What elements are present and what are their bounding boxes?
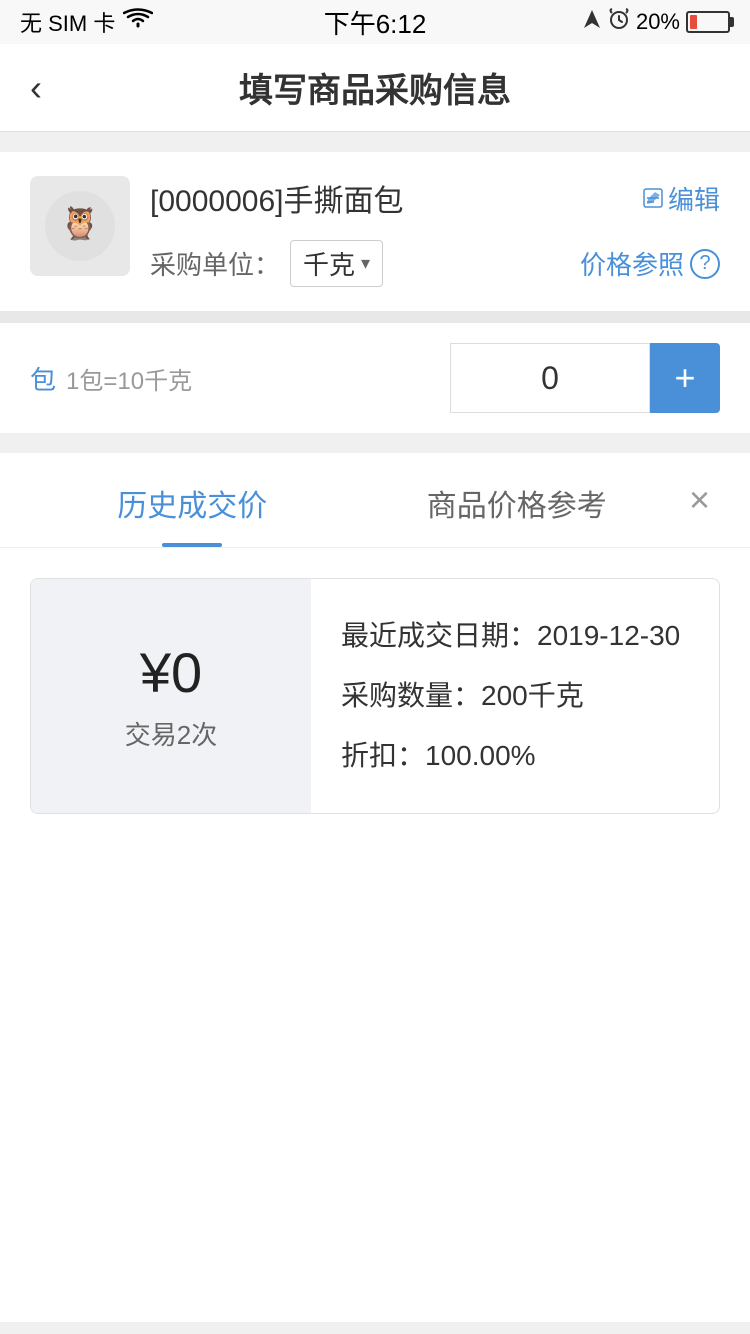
edit-icon (642, 187, 664, 209)
page-title: 填写商品采购信息 (239, 63, 511, 112)
price-ref-label: 价格参照 (580, 245, 684, 282)
plus-icon: + (674, 357, 695, 399)
tab-history-price[interactable]: 历史成交价 (30, 453, 354, 547)
main-content-area (0, 844, 750, 1322)
discount-row: 折扣：100.00% (341, 735, 689, 777)
price-card: ¥0 交易2次 最近成交日期：2019-12-30 采购数量：200千克 折扣：… (30, 578, 720, 814)
quantity-input[interactable] (450, 343, 650, 413)
price-amount: ¥0 (140, 640, 202, 705)
quantity-label-group: 包 1包=10千克 (30, 360, 192, 397)
product-owl-icon: 🦉 (40, 186, 120, 266)
nav-bar: ‹ 填写商品采购信息 (0, 44, 750, 132)
status-left: 无 SIM 卡 (20, 6, 153, 38)
discount-value: 100.00% (425, 740, 536, 771)
tab-close-button[interactable]: × (679, 469, 720, 531)
price-left-panel: ¥0 交易2次 (31, 579, 311, 813)
tab-history-label: 历史成交价 (117, 490, 267, 523)
product-card: 🦉 [0000006]手撕面包 编辑 采购单位： 千克 ▾ (0, 152, 750, 311)
wifi-icon (123, 8, 153, 36)
purchase-quantity-row: 采购数量：200千克 (341, 675, 689, 717)
battery-percentage: 20% (636, 9, 680, 35)
quantity-input-group: + (450, 343, 720, 413)
tab-section: 历史成交价 商品价格参考 × ¥0 交易2次 最近成交日期：2019-12-30… (0, 453, 750, 844)
unit-select[interactable]: 千克 ▾ (290, 240, 383, 287)
tab-product-label: 商品价格参考 (427, 490, 607, 523)
alarm-icon (608, 8, 630, 36)
discount-label: 折扣： (341, 740, 425, 771)
quantity-value: 200千克 (481, 680, 584, 711)
recent-date-label: 最近成交日期： (341, 620, 537, 651)
status-right: 20% (582, 8, 730, 36)
carrier-text: 无 SIM 卡 (20, 6, 115, 38)
tab-product-price[interactable]: 商品价格参考 (354, 453, 678, 547)
product-info: [0000006]手撕面包 编辑 采购单位： 千克 ▾ 价格参 (150, 176, 720, 287)
transaction-count: 交易2次 (125, 715, 217, 752)
separator (0, 311, 750, 323)
unit-label: 采购单位： (150, 245, 280, 282)
quantity-plus-button[interactable]: + (650, 343, 720, 413)
price-right-panel: 最近成交日期：2019-12-30 采购数量：200千克 折扣：100.00% (311, 579, 719, 813)
tab-active-indicator (162, 543, 222, 547)
status-time: 下午6:12 (324, 4, 427, 41)
amount-value: 0 (171, 641, 202, 704)
svg-text:🦉: 🦉 (60, 205, 100, 241)
package-unit-label: 包 (30, 360, 56, 397)
tab-header: 历史成交价 商品价格参考 × (0, 453, 750, 548)
product-unit-row: 采购单位： 千克 ▾ 价格参照 ? (150, 240, 720, 287)
price-reference-button[interactable]: 价格参照 ? (580, 245, 720, 282)
recent-date-row: 最近成交日期：2019-12-30 (341, 615, 689, 657)
location-icon (582, 8, 602, 36)
unit-value: 千克 (303, 245, 355, 282)
package-conversion: 1包=10千克 (66, 361, 192, 396)
unit-arrow-icon: ▾ (361, 253, 370, 274)
quantity-row: 包 1包=10千克 + (0, 323, 750, 433)
edit-label: 编辑 (668, 180, 720, 217)
recent-date-value: 2019-12-30 (537, 620, 680, 651)
help-icon: ? (690, 249, 720, 279)
edit-button[interactable]: 编辑 (642, 180, 720, 217)
currency-symbol: ¥ (140, 641, 171, 704)
quantity-label: 采购数量： (341, 680, 481, 711)
price-section: ¥0 交易2次 最近成交日期：2019-12-30 采购数量：200千克 折扣：… (0, 548, 750, 844)
battery-icon (686, 11, 730, 33)
product-name: [0000006]手撕面包 (150, 176, 403, 220)
back-button[interactable]: ‹ (30, 67, 42, 109)
product-name-row: [0000006]手撕面包 编辑 (150, 176, 720, 220)
product-image: 🦉 (30, 176, 130, 276)
status-bar: 无 SIM 卡 下午6:12 20% (0, 0, 750, 44)
